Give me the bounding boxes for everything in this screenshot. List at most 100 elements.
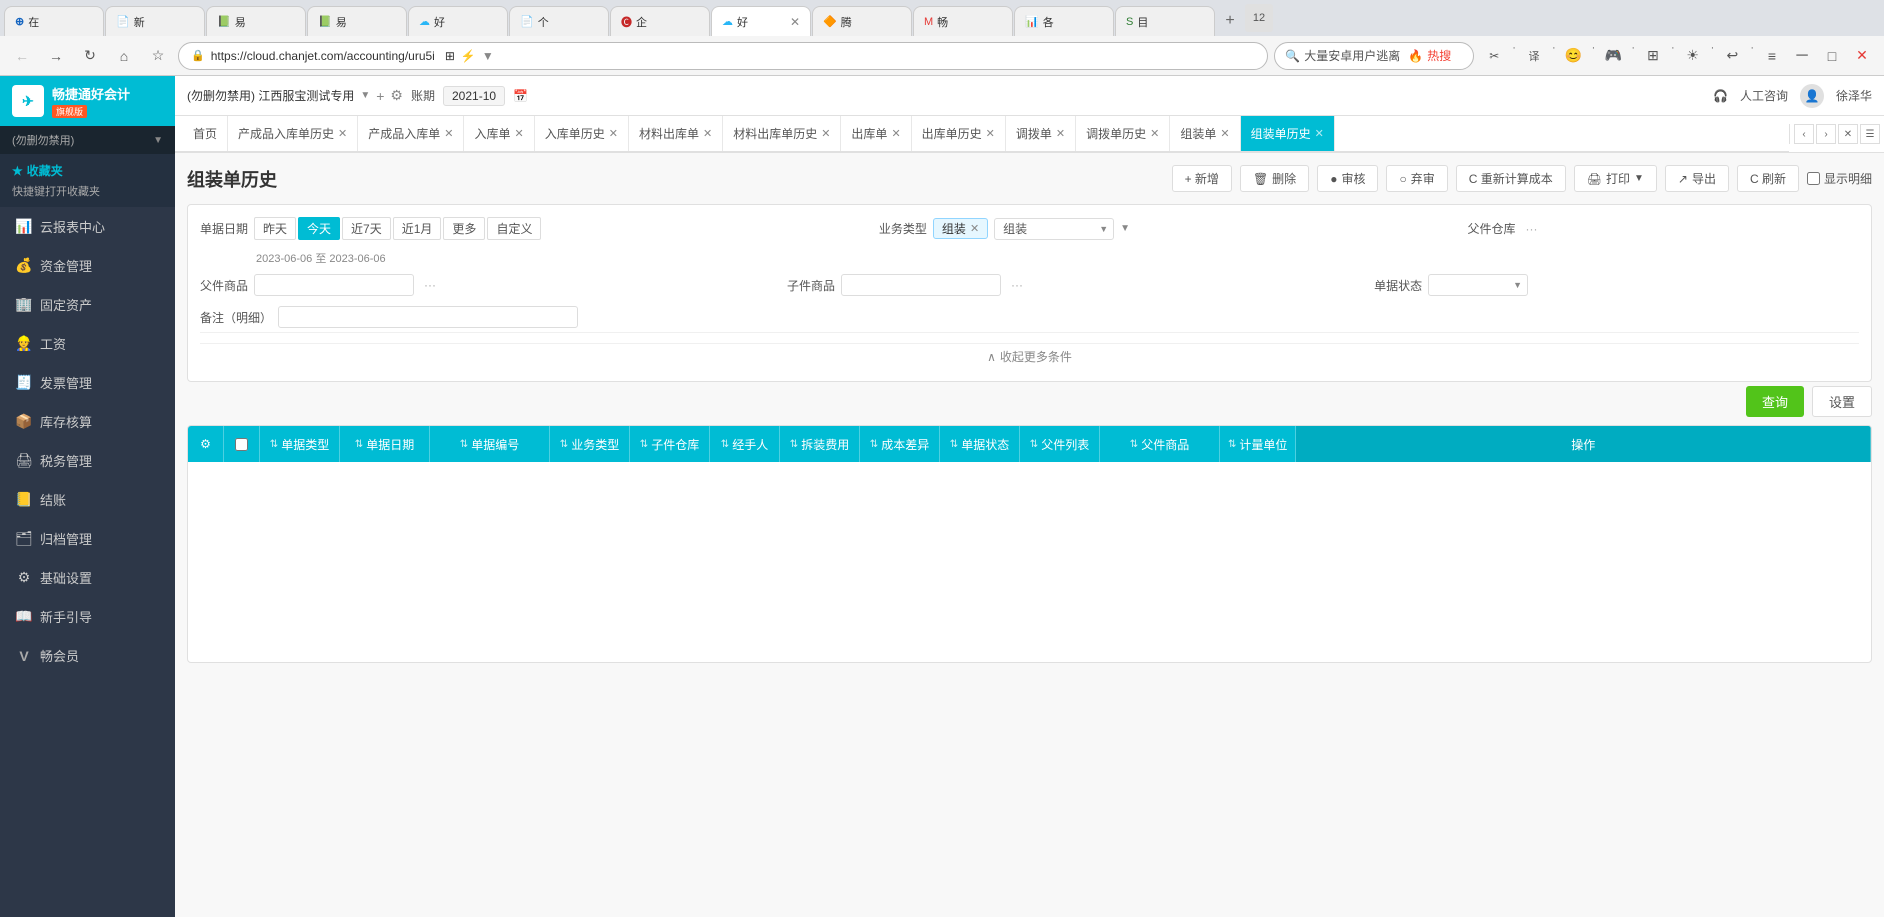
nav-tab-inbound[interactable]: 入库单 ✕ [464,116,534,152]
assembly-history-close[interactable]: ✕ [1315,127,1324,140]
export-button[interactable]: ↗ 导出 [1665,165,1729,192]
query-button[interactable]: 查询 [1746,386,1804,417]
browser-tab-8-active[interactable]: ☁ 好 ✕ [711,6,811,36]
transfer-history-close[interactable]: ✕ [1150,127,1159,140]
prod-in-history-close[interactable]: ✕ [338,127,347,140]
nav-tab-material-out-history[interactable]: 材料出库单历史 ✕ [723,116,841,152]
browser-tab-12[interactable]: S 目 [1115,6,1215,36]
date-btn-custom[interactable]: 自定义 [487,217,541,240]
parent-goods-input[interactable] [254,274,414,296]
tab-count-badge[interactable]: 12 [1245,4,1273,32]
collapse-button[interactable]: ∧ 收起更多条件 [200,343,1859,369]
select-all-checkbox[interactable] [235,438,248,451]
tab-scroll-left[interactable]: ‹ [1794,124,1814,144]
search-bar[interactable]: 🔍 大量安卓用户逃离 🔥 热搜 [1274,42,1474,70]
sidebar-company-selector[interactable]: (勿删勿禁用) ▼ [0,126,175,154]
browser-tab-2[interactable]: 📄 新 [105,6,205,36]
nav-tab-outbound-history[interactable]: 出库单历史 ✕ [912,116,1006,152]
forward-button[interactable]: → [42,42,70,70]
inbound-close[interactable]: ✕ [515,127,524,140]
th-order-no[interactable]: ⇅ 单据编号 [430,426,550,462]
company-selector[interactable]: (勿删勿禁用) 江西服宝测试专用 ▼ + ⚙ [187,87,403,104]
parent-warehouse-more[interactable]: ··· [1526,222,1538,236]
order-status-select[interactable]: 已审核 未审核 [1428,274,1528,296]
sidebar-item-tax[interactable]: 🖨 税务管理 [0,441,175,480]
sidebar-item-assets[interactable]: 🏢 固定资产 [0,285,175,324]
th-checkbox[interactable] [224,426,260,462]
nav-tab-home[interactable]: 首页 [183,116,228,152]
th-disassemble-fee[interactable]: ⇅ 拆装费用 [780,426,860,462]
child-goods-input[interactable] [841,274,1001,296]
print-button[interactable]: 🖨 打印 ▼ [1574,165,1657,192]
maximize-button[interactable]: □ [1818,42,1846,70]
date-btn-yesterday[interactable]: 昨天 [254,217,296,240]
undo-button[interactable]: ↩ [1718,42,1746,70]
nav-tab-transfer-history[interactable]: 调拨单历史 ✕ [1076,116,1170,152]
audit-button[interactable]: ● 审核 [1317,165,1378,192]
address-bar[interactable]: 🔒 https://cloud.chanjet.com/accounting/u… [178,42,1268,70]
assembly-close[interactable]: ✕ [1220,127,1229,140]
scissors-button[interactable]: ✂ [1480,42,1508,70]
close-button[interactable]: ✕ [1848,42,1876,70]
th-parent-goods[interactable]: ⇅ 父件商品 [1100,426,1220,462]
th-order-date[interactable]: ⇅ 单据日期 [340,426,430,462]
minimize-button[interactable]: ─ [1788,42,1816,70]
biz-type-select[interactable]: 组装 拆卸 [994,218,1114,240]
abandon-button[interactable]: ○ 弃审 [1386,165,1447,192]
date-btn-today[interactable]: 今天 [298,217,340,240]
transfer-close[interactable]: ✕ [1056,127,1065,140]
lightning-icon[interactable]: ⚡ [461,49,476,63]
nav-tab-prod-in-history[interactable]: 产成品入库单历史 ✕ [228,116,358,152]
th-order-status[interactable]: ⇅ 单据状态 [940,426,1020,462]
translate-button[interactable]: 译 [1520,42,1548,70]
th-parent-list[interactable]: ⇅ 父件列表 [1020,426,1100,462]
th-cost-diff[interactable]: ⇅ 成本差异 [860,426,940,462]
emoji-button[interactable]: 😊 [1560,42,1588,70]
address-dropdown-icon[interactable]: ▼ [482,49,494,63]
delete-button[interactable]: 🗑 删除 [1240,165,1309,192]
new-button[interactable]: + 新增 [1172,165,1232,192]
home-button[interactable]: ⌂ [110,42,138,70]
grid-button[interactable]: ⊞ [1639,42,1667,70]
browser-tab-1[interactable]: ⊕ 在 [4,6,104,36]
game-button[interactable]: 🎮 [1599,42,1627,70]
sidebar-item-archive[interactable]: 🗂 归档管理 [0,519,175,558]
tab-scroll-right[interactable]: › [1816,124,1836,144]
date-btn-more[interactable]: 更多 [443,217,485,240]
browser-tab-4[interactable]: 📗 易 [307,6,407,36]
th-settings[interactable]: ⚙ [188,426,224,462]
nav-tab-assembly-history[interactable]: 组装单历史 ✕ [1241,116,1335,152]
browser-tab-10[interactable]: M 畅 [913,6,1013,36]
browser-tab-6[interactable]: 📄 个 [509,6,609,36]
back-button[interactable]: ← [8,42,36,70]
nav-tab-outbound[interactable]: 出库单 ✕ [841,116,911,152]
menu-button[interactable]: ≡ [1758,42,1786,70]
nav-tab-transfer[interactable]: 调拨单 ✕ [1006,116,1076,152]
recalculate-button[interactable]: C 重新计算成本 [1456,165,1566,192]
th-unit[interactable]: ⇅ 计量单位 [1220,426,1296,462]
th-handler[interactable]: ⇅ 经手人 [710,426,780,462]
nav-tab-inbound-history[interactable]: 入库单历史 ✕ [535,116,629,152]
username[interactable]: 徐泽华 [1836,87,1872,104]
favorites-shortcut[interactable]: 快捷键打开收藏夹 [12,183,163,199]
service-label[interactable]: 人工咨询 [1740,87,1788,104]
calendar-icon[interactable]: 📅 [513,89,528,103]
sidebar-item-reports[interactable]: 📊 云报表中心 [0,207,175,246]
brightness-button[interactable]: ☀ [1679,42,1707,70]
refresh-button[interactable]: ↻ [76,42,104,70]
th-biz-type[interactable]: ⇅ 业务类型 [550,426,630,462]
remarks-input[interactable] [278,306,578,328]
tab-close-icon[interactable]: ✕ [790,15,800,29]
qr-code-icon[interactable]: ⊞ [445,49,455,63]
material-out-close[interactable]: ✕ [703,127,712,140]
company-dropdown-icon[interactable]: ▼ [153,135,163,146]
company-add-button[interactable]: + [376,88,384,104]
sidebar-item-guide[interactable]: 📖 新手引导 [0,597,175,636]
date-btn-7days[interactable]: 近7天 [342,217,391,240]
biz-type-tag-close[interactable]: ✕ [970,222,979,235]
sidebar-item-settings[interactable]: ⚙ 基础设置 [0,558,175,597]
parent-goods-more[interactable]: ··· [424,278,436,292]
browser-tab-9[interactable]: 🔶 腾 [812,6,912,36]
sidebar-item-vip[interactable]: V 畅会员 [0,636,175,675]
bookmark-button[interactable]: ☆ [144,42,172,70]
